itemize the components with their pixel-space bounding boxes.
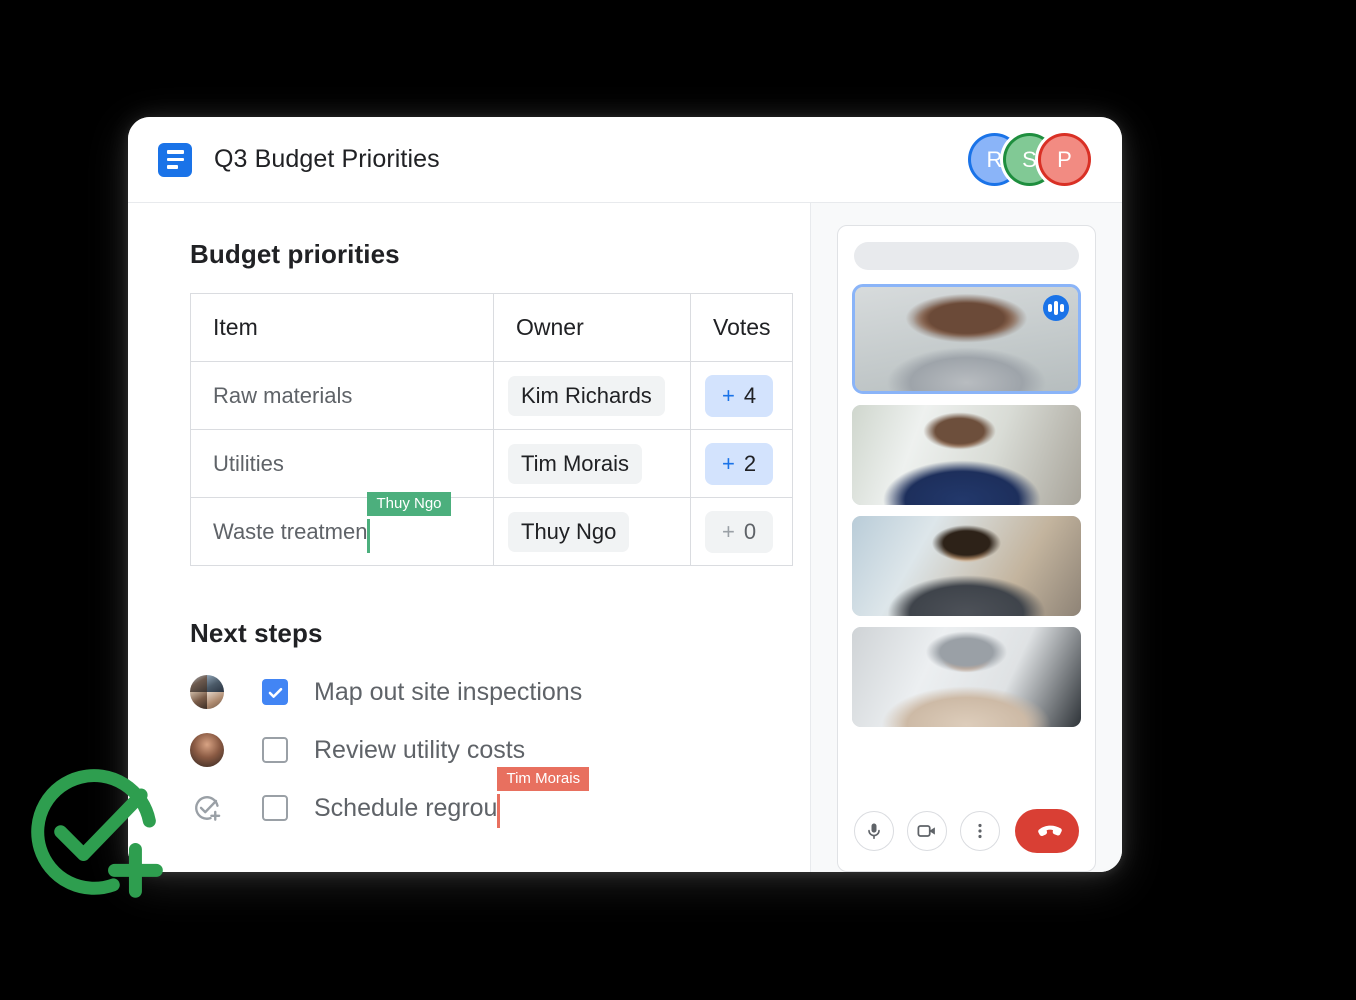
- hang-up-button[interactable]: [1015, 809, 1079, 853]
- vote-count: 0: [743, 518, 757, 544]
- table-row[interactable]: Waste treatmen Thuy Ngo Thuy Ngo + 0: [190, 491, 793, 566]
- vote-count: 4: [743, 382, 757, 408]
- next-steps-task-list: Map out site inspections Review utility …: [190, 667, 770, 833]
- video-camera-icon: [917, 825, 935, 837]
- document-pane[interactable]: Budget priorities Item Owner Votes Raw m…: [128, 203, 810, 872]
- plus-icon: +: [722, 450, 735, 476]
- meeting-sidebar: [810, 203, 1122, 872]
- video-feed: [852, 516, 1081, 616]
- cell-owner[interactable]: Kim Richards: [493, 361, 691, 430]
- task-checkbox[interactable]: [262, 679, 288, 705]
- video-feed: [852, 627, 1081, 727]
- participant-tile-4[interactable]: [852, 627, 1081, 727]
- table-row[interactable]: Raw materials Kim Richards + 4: [190, 361, 793, 430]
- cursor-name-tag: Tim Morais: [497, 766, 590, 791]
- vote-chip[interactable]: + 0: [705, 510, 774, 553]
- cell-owner[interactable]: Thuy Ngo: [493, 497, 691, 566]
- participant-tile-active[interactable]: [852, 284, 1081, 394]
- list-item[interactable]: Review utility costs: [190, 725, 770, 775]
- cursor-name-tag: Thuy Ngo: [367, 491, 451, 516]
- budget-priorities-heading: Budget priorities: [190, 239, 400, 269]
- task-label[interactable]: Schedule regrou Tim Morais: [314, 766, 590, 828]
- add-task-badge: [17, 757, 169, 909]
- window-titlebar: Q3 Budget Priorities R S P: [128, 117, 1122, 203]
- page-title: Q3 Budget Priorities: [214, 145, 440, 173]
- avatar-face-1: [190, 675, 207, 692]
- column-header-owner: Owner: [493, 293, 691, 362]
- vote-chip[interactable]: + 2: [705, 442, 774, 485]
- add-assignee-icon[interactable]: [190, 791, 224, 825]
- meeting-card: [837, 225, 1096, 872]
- more-options-button[interactable]: [960, 811, 1000, 851]
- list-item[interactable]: Schedule regrou Tim Morais: [190, 766, 770, 833]
- table-row[interactable]: Utilities Tim Morais + 2: [190, 429, 793, 498]
- list-item[interactable]: Map out site inspections: [190, 667, 770, 717]
- avatar-face-4: [207, 692, 224, 709]
- google-docs-icon[interactable]: [158, 142, 192, 177]
- video-feed: [852, 405, 1081, 505]
- cell-item[interactable]: Waste treatmen Thuy Ngo: [190, 491, 494, 566]
- vote-count: 2: [743, 450, 757, 476]
- avatar-collaborator-p[interactable]: P: [1041, 136, 1088, 183]
- meeting-controls: [852, 795, 1081, 871]
- participant-tile-2[interactable]: [852, 405, 1081, 505]
- task-checkbox[interactable]: [262, 737, 288, 763]
- avatar-initial: P: [1057, 146, 1072, 172]
- screenshot-root: Q3 Budget Priorities R S P Budget priori…: [0, 0, 1356, 1000]
- single-avatar[interactable]: [190, 733, 224, 767]
- collaborator-avatar-stack: R S P: [971, 136, 1094, 183]
- more-vertical-icon: [978, 823, 982, 839]
- avatar-initial: S: [1022, 146, 1037, 172]
- cell-votes[interactable]: + 0: [690, 497, 793, 566]
- microphone-icon: [868, 823, 880, 840]
- phone-hangup-icon: [1038, 825, 1062, 837]
- owner-chip[interactable]: Tim Morais: [508, 443, 642, 484]
- cell-item-text: Waste treatmen: [213, 518, 368, 544]
- meeting-title-placeholder: [854, 242, 1079, 270]
- cursor-caret: [497, 793, 501, 828]
- cell-votes[interactable]: + 4: [690, 361, 793, 430]
- next-steps-heading: Next steps: [190, 618, 323, 648]
- cell-item[interactable]: Utilities: [190, 429, 494, 498]
- avatar-face-2: [207, 675, 224, 692]
- task-checkbox[interactable]: [262, 795, 288, 821]
- owner-chip[interactable]: Kim Richards: [508, 375, 665, 416]
- document-window: Q3 Budget Priorities R S P Budget priori…: [128, 117, 1122, 872]
- add-task-icon: [195, 796, 221, 821]
- cell-item[interactable]: Raw materials: [190, 361, 494, 430]
- task-label[interactable]: Review utility costs: [314, 736, 525, 765]
- budget-priorities-table: Item Owner Votes Raw materials Kim Richa…: [190, 293, 793, 566]
- table-header-row: Item Owner Votes: [190, 293, 793, 362]
- vote-chip[interactable]: + 4: [705, 374, 774, 417]
- window-body: Budget priorities Item Owner Votes Raw m…: [128, 203, 1122, 872]
- plus-icon: +: [722, 518, 735, 544]
- group-avatar[interactable]: [190, 675, 224, 709]
- checkmark-icon: [268, 687, 282, 698]
- column-header-votes: Votes: [690, 293, 793, 362]
- microphone-button[interactable]: [854, 811, 894, 851]
- audio-level-icon: [1043, 295, 1069, 321]
- cell-owner[interactable]: Tim Morais: [493, 429, 691, 498]
- cursor-caret: [367, 518, 371, 553]
- add-task-badge-icon: [31, 769, 163, 898]
- column-header-item: Item: [190, 293, 494, 362]
- avatar-initial: R: [986, 146, 1003, 172]
- participant-tile-3[interactable]: [852, 516, 1081, 616]
- owner-chip[interactable]: Thuy Ngo: [508, 511, 630, 552]
- task-label[interactable]: Map out site inspections: [314, 678, 582, 707]
- cell-votes[interactable]: + 2: [690, 429, 793, 498]
- avatar-face-3: [190, 692, 207, 709]
- task-label-text: Schedule regrou: [314, 793, 498, 822]
- plus-icon: +: [722, 382, 735, 408]
- camera-button[interactable]: [907, 811, 947, 851]
